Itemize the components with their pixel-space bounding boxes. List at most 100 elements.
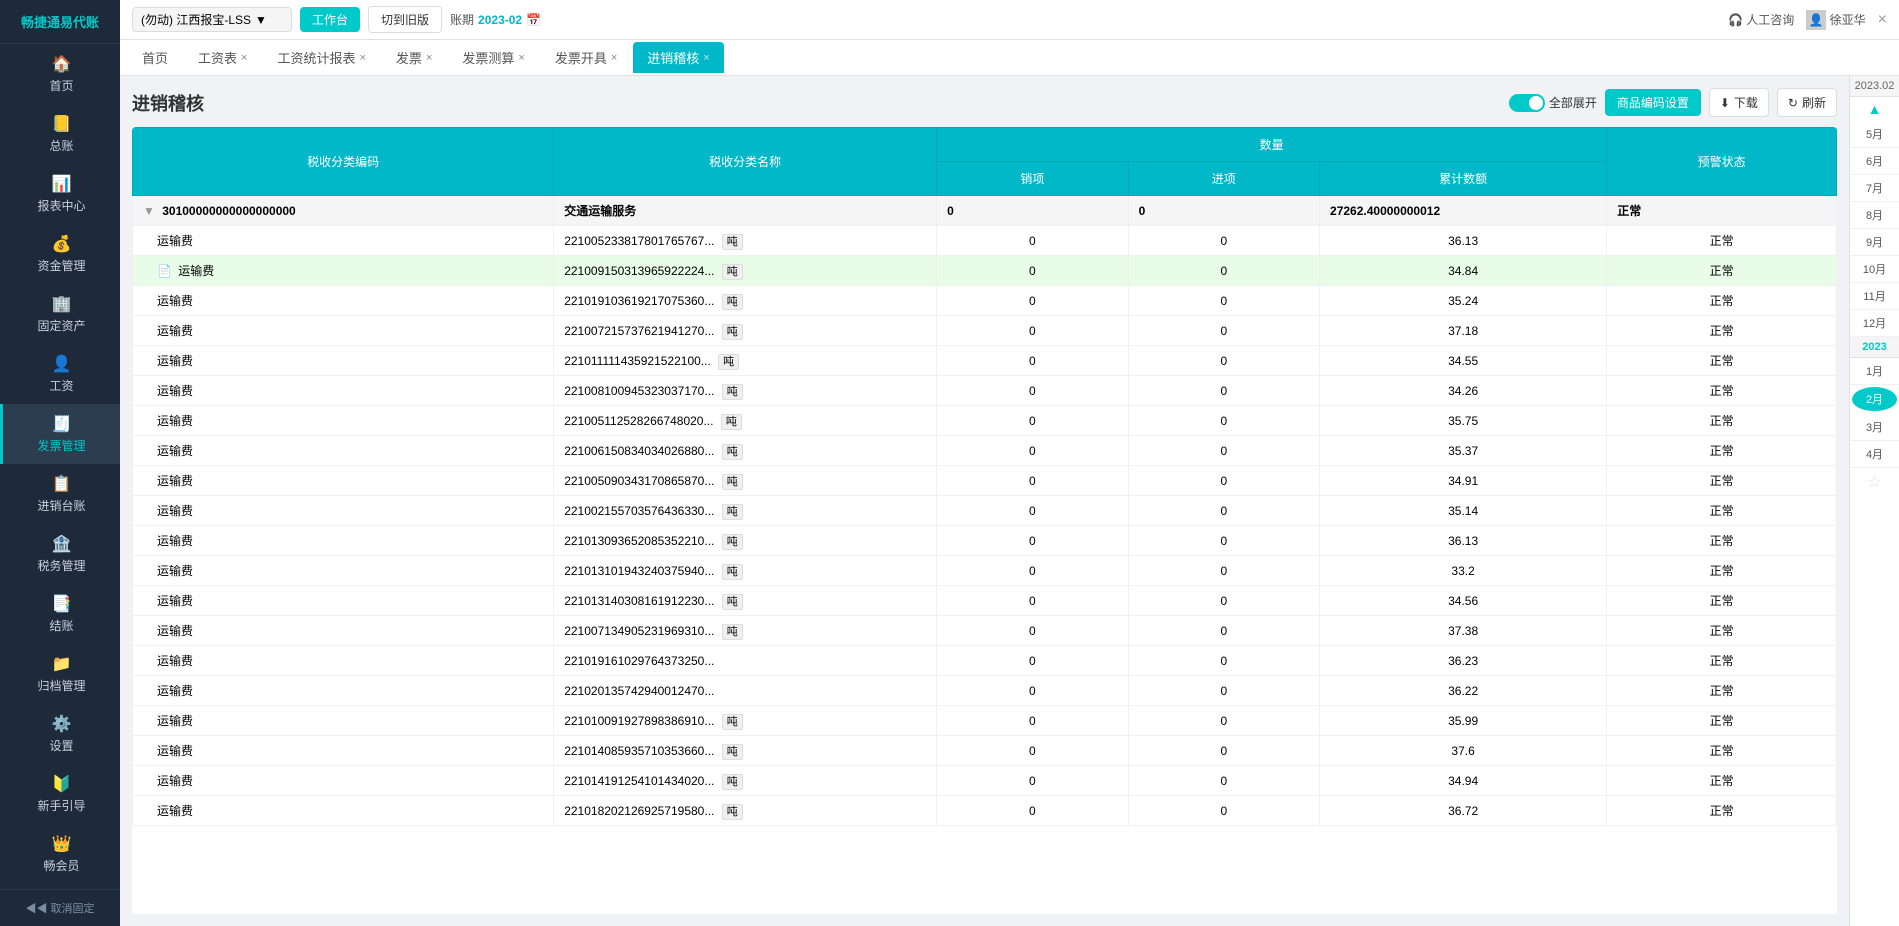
table-row[interactable]: 运输费 221008100945323037170... 吨 0 0 34.26… — [133, 376, 1837, 406]
support-link[interactable]: 🎧 人工咨询 — [1728, 11, 1794, 28]
cal-month-5[interactable]: 5月 — [1850, 121, 1899, 148]
table-row[interactable]: 运输费 221011111435921522100... 吨 0 0 34.55… — [133, 346, 1837, 376]
cal-month-8[interactable]: 8月 — [1850, 202, 1899, 229]
row-sales: 0 — [937, 706, 1128, 736]
col-quantity-group: 数量 — [937, 128, 1607, 162]
sidebar-item-label: 总账 — [49, 137, 73, 154]
table-row[interactable]: 运输费 221013101943240375940... 吨 0 0 33.2 … — [133, 556, 1837, 586]
sidebar-item-payroll[interactable]: 👤 工资 — [0, 344, 120, 404]
row-purchase: 0 — [1128, 406, 1319, 436]
row-name: 运输费 — [133, 346, 554, 376]
table-row[interactable]: 运输费 221013093652085352210... 吨 0 0 36.13… — [133, 526, 1837, 556]
cal-month-4[interactable]: 4月 — [1850, 441, 1899, 468]
table-row[interactable]: 运输费 221018202126925719580... 吨 0 0 36.72… — [133, 796, 1837, 826]
row-name: 运输费 — [133, 736, 554, 766]
cal-month-9[interactable]: 9月 — [1850, 229, 1899, 256]
toggle-switch[interactable] — [1509, 94, 1545, 112]
sidebar-item-archive[interactable]: 📁 归档管理 — [0, 644, 120, 704]
table-row[interactable]: 运输费 221019103619217075360... 吨 0 0 35.24… — [133, 286, 1837, 316]
tab-invoice-issue[interactable]: 发票开具 × — [541, 42, 631, 73]
cal-month-3[interactable]: 3月 — [1850, 414, 1899, 441]
switch-version-button[interactable]: 切到旧版 — [368, 6, 442, 33]
sidebar-item-guide[interactable]: 🔰 新手引导 — [0, 764, 120, 824]
row-sales: 0 — [937, 376, 1128, 406]
cal-month-10[interactable]: 10月 — [1850, 256, 1899, 283]
cal-month-12[interactable]: 12月 — [1850, 310, 1899, 337]
sidebar-item-capital[interactable]: 💰 资金管理 — [0, 224, 120, 284]
refresh-icon: ↻ — [1788, 96, 1798, 110]
cal-month-2-active[interactable]: 2月 — [1852, 387, 1897, 412]
table-row[interactable]: 运输费 221010091927898386910... 吨 0 0 35.99… — [133, 706, 1837, 736]
tab-payroll-close[interactable]: × — [241, 52, 247, 64]
sidebar-item-sales-ledger[interactable]: 📋 进销台账 — [0, 464, 120, 524]
cal-nav-up[interactable]: ▲ — [1850, 97, 1899, 121]
row-cumulative: 35.37 — [1320, 436, 1607, 466]
tab-payroll-table[interactable]: 工资表 × — [184, 42, 261, 73]
sidebar-item-label: 固定资产 — [37, 317, 85, 334]
row-status: 正常 — [1607, 526, 1837, 556]
row-name: 运输费 — [133, 556, 554, 586]
cal-month-11[interactable]: 11月 — [1850, 283, 1899, 310]
download-button[interactable]: ⬇ 下载 — [1709, 88, 1769, 117]
table-row[interactable]: 运输费 221002155703576436330... 吨 0 0 35.14… — [133, 496, 1837, 526]
tab-reconcile-close[interactable]: × — [703, 52, 709, 64]
table-row[interactable]: 运输费 221007134905231969310... 吨 0 0 37.38… — [133, 616, 1837, 646]
tab-payroll-report-close[interactable]: × — [359, 52, 365, 64]
row-code: 221013093652085352210... 吨 — [554, 526, 937, 556]
sidebar-item-tax[interactable]: 🏦 税务管理 — [0, 524, 120, 584]
row-purchase: 0 — [1128, 376, 1319, 406]
row-status: 正常 — [1607, 796, 1837, 826]
row-name: 运输费 — [133, 496, 554, 526]
tab-invoice[interactable]: 发票 × — [382, 42, 446, 73]
sidebar-item-settlement[interactable]: 📑 结账 — [0, 584, 120, 644]
cal-month-7[interactable]: 7月 — [1850, 175, 1899, 202]
tab-invoice-issue-close[interactable]: × — [611, 52, 617, 64]
cal-month-6[interactable]: 6月 — [1850, 148, 1899, 175]
refresh-button[interactable]: ↻ 刷新 — [1777, 88, 1837, 117]
tab-invoice-close[interactable]: × — [426, 52, 432, 64]
col-sales: 销项 — [937, 162, 1128, 196]
avatar: 👤 — [1806, 10, 1826, 30]
settings-button[interactable]: 商品编码设置 — [1605, 89, 1701, 116]
table-row[interactable]: 运输费 221005090343170865870... 吨 0 0 34.91… — [133, 466, 1837, 496]
sidebar-item-general-ledger[interactable]: 📒 总账 — [0, 104, 120, 164]
tab-invoice-calc[interactable]: 发票测算 × — [448, 42, 538, 73]
row-status: 正常 — [1607, 736, 1837, 766]
tab-reconcile[interactable]: 进销稽核 × — [633, 42, 723, 73]
close-button[interactable]: × — [1878, 11, 1887, 29]
cal-year-header: 2023.02 — [1850, 76, 1899, 97]
user-info[interactable]: 👤 徐亚华 — [1806, 10, 1865, 30]
workbench-button[interactable]: 工作台 — [300, 7, 360, 32]
cal-month-1[interactable]: 1月 — [1850, 358, 1899, 385]
calendar-icon[interactable]: 📅 — [526, 13, 541, 27]
row-name: 运输费 — [133, 286, 554, 316]
company-selector[interactable]: (勿动) 江西报宝-LSS ▼ — [132, 7, 292, 32]
tab-home[interactable]: 首页 — [128, 42, 182, 73]
row-purchase: 0 — [1128, 346, 1319, 376]
row-purchase: 0 — [1128, 526, 1319, 556]
sidebar-item-reports[interactable]: 📊 报表中心 — [0, 164, 120, 224]
sidebar-pin-toggle[interactable]: ◀◀ 取消固定 — [0, 889, 120, 926]
table-row[interactable]: 运输费 221020135742940012470... 0 0 36.22 正… — [133, 676, 1837, 706]
table-row[interactable]: 运输费 221005233817801765767... 吨 0 0 36.13… — [133, 226, 1837, 256]
table-row[interactable]: 运输费 221005112528266748020... 吨 0 0 35.75… — [133, 406, 1837, 436]
table-row[interactable]: 运输费 221019161029764373250... 0 0 36.23 正… — [133, 646, 1837, 676]
table-row[interactable]: 运输费 221007215737621941270... 吨 0 0 37.18… — [133, 316, 1837, 346]
table-row[interactable]: 📄 运输费 221009150313965922224... 吨 0 0 34.… — [133, 256, 1837, 286]
sidebar-item-home[interactable]: 🏠 首页 — [0, 44, 120, 104]
row-cumulative: 37.6 — [1320, 736, 1607, 766]
table-row[interactable]: 运输费 221013140308161912230... 吨 0 0 34.56… — [133, 586, 1837, 616]
row-cumulative: 35.14 — [1320, 496, 1607, 526]
sidebar-item-invoice[interactable]: 🧾 发票管理 — [0, 404, 120, 464]
table-row[interactable]: 运输费 221014191254101434020... 吨 0 0 34.94… — [133, 766, 1837, 796]
expand-toggle[interactable]: 全部展开 — [1509, 94, 1597, 112]
sidebar-item-fixed-assets[interactable]: 🏢 固定资产 — [0, 284, 120, 344]
tab-payroll-report[interactable]: 工资统计报表 × — [263, 42, 379, 73]
sidebar-item-settings[interactable]: ⚙️ 设置 — [0, 704, 120, 764]
tab-invoice-calc-close[interactable]: × — [518, 52, 524, 64]
table-row[interactable]: ▼ 30100000000000000000 交通运输服务 0 0 27262.… — [133, 196, 1837, 226]
sidebar-item-member[interactable]: 👑 畅会员 — [0, 824, 120, 884]
row-sales: 0 — [937, 676, 1128, 706]
table-row[interactable]: 运输费 221014085935710353660... 吨 0 0 37.6 … — [133, 736, 1837, 766]
table-row[interactable]: 运输费 221006150834034026880... 吨 0 0 35.37… — [133, 436, 1837, 466]
